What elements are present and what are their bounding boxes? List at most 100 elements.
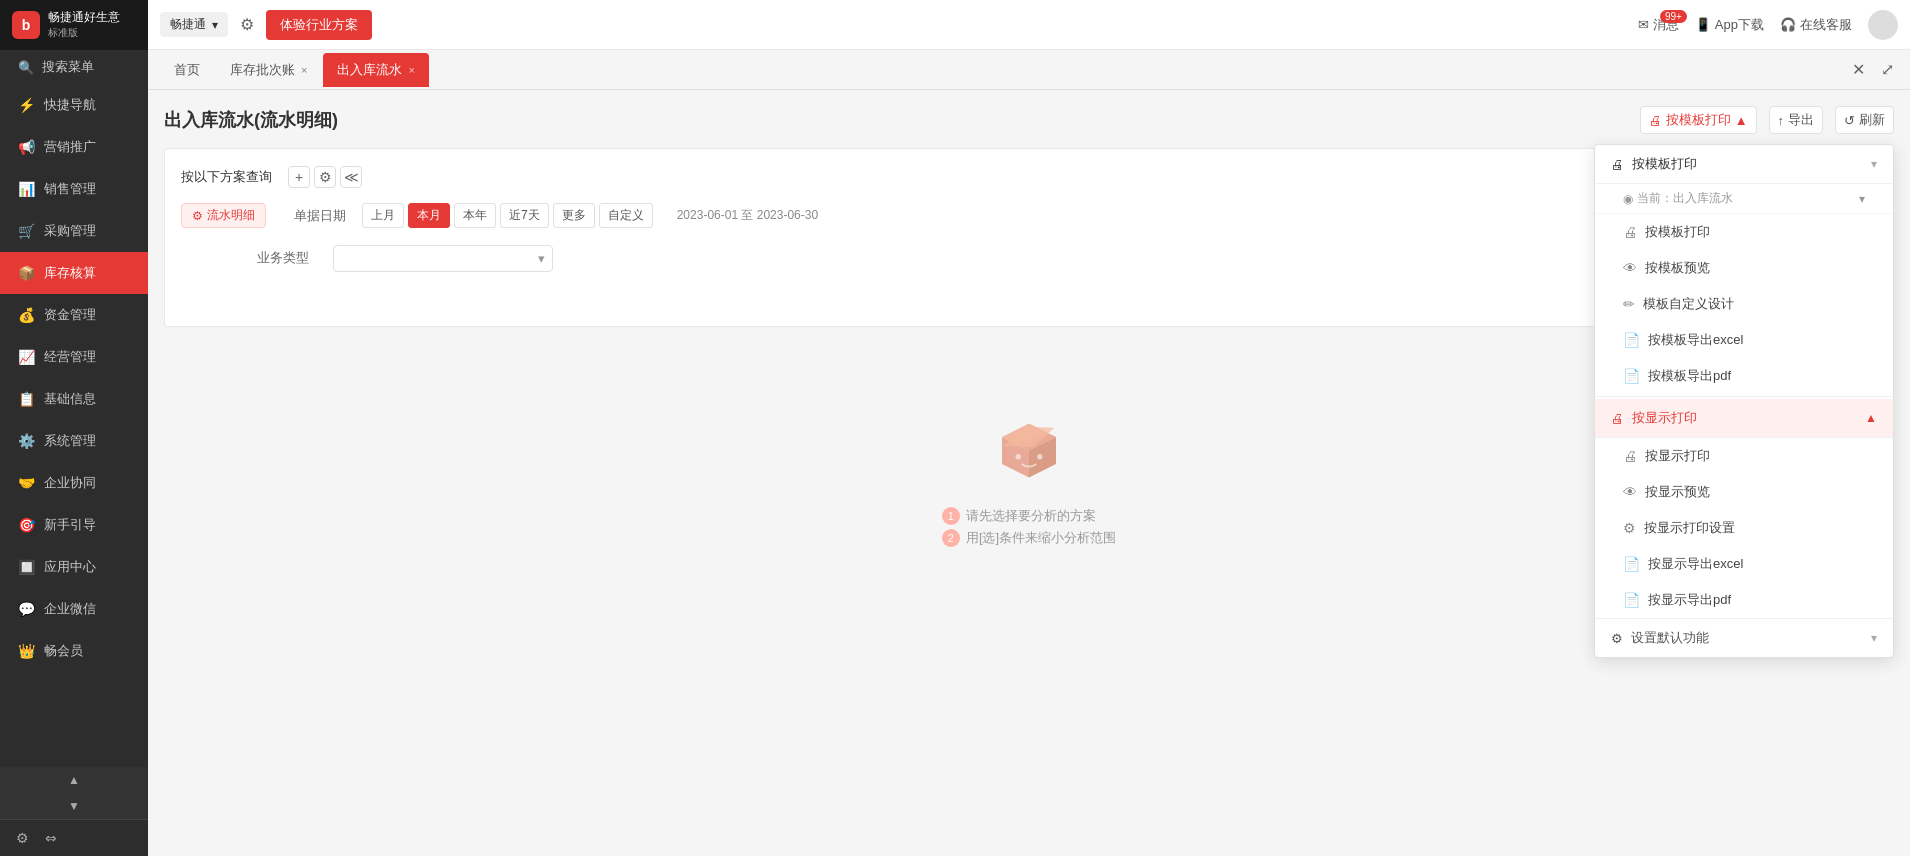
search-icon: 🔍 xyxy=(18,60,34,75)
filter-settings-btn[interactable]: ⚙ xyxy=(314,166,336,188)
export-btn[interactable]: ↑ 导出 xyxy=(1769,106,1824,134)
collab-icon: 🤝 xyxy=(16,475,36,491)
dropdown-display-print[interactable]: 🖨 按显示打印 xyxy=(1595,438,1893,474)
app-download-label: App下载 xyxy=(1715,16,1764,34)
dropdown-template-print[interactable]: 🖨 按模板打印 xyxy=(1595,214,1893,250)
wechat-icon: 💬 xyxy=(16,601,36,617)
content-area: 出入库流水(流水明细) 🖨 按模板打印 ▲ ↑ 导出 ↺ 刷新 xyxy=(148,90,1910,856)
tab-inventory-batch[interactable]: 库存批次账 × xyxy=(216,53,321,87)
sidebar-item-guide[interactable]: 🎯 新手引导 xyxy=(0,504,148,546)
sidebar-item-marketing[interactable]: 📢 营销推广 xyxy=(0,126,148,168)
template-header-icon: 🖨 xyxy=(1611,157,1624,172)
display-section-chevron: ▲ xyxy=(1865,411,1877,425)
topbar-right: ✉ 消息 99+ 📱 App下载 🎧 在线客服 xyxy=(1638,10,1898,40)
sidebar-nav: ⚡ 快捷导航 📢 营销推广 📊 销售管理 🛒 采购管理 📦 库存核算 💰 资金管… xyxy=(0,84,148,767)
sidebar-settings-btn[interactable]: ⚙ xyxy=(16,830,29,846)
dropdown-display-pdf[interactable]: 📄 按显示导出pdf xyxy=(1595,582,1893,618)
sidebar-item-membership[interactable]: 👑 畅会员 xyxy=(0,630,148,672)
dropdown-template-preview[interactable]: 👁 按模板预览 xyxy=(1595,250,1893,286)
template-print-item-label: 按模板打印 xyxy=(1645,223,1710,241)
tab-home[interactable]: 首页 xyxy=(160,53,214,87)
trial-btn[interactable]: 体验行业方案 xyxy=(266,10,372,40)
date-btn-this-month[interactable]: 本月 xyxy=(408,203,450,228)
filter-section-label: 按以下方案查询 xyxy=(181,168,272,186)
sidebar-label-finance: 资金管理 xyxy=(44,306,96,324)
tab-inventory-batch-close[interactable]: × xyxy=(301,64,307,76)
sidebar-item-wechat[interactable]: 💬 企业微信 xyxy=(0,588,148,630)
close-window-btn[interactable]: ✕ xyxy=(1848,58,1869,81)
current-note-chevron: ▾ xyxy=(1859,192,1865,206)
print-dropdown-panel: 🖨 按模板打印 ▾ ◉ 当前：出入库流水 ▾ 🖨 按模板打印 xyxy=(1594,144,1894,658)
sidebar-label-app-center: 应用中心 xyxy=(44,558,96,576)
empty-hint-1: 1 请先选择要分析的方案 xyxy=(942,507,1116,525)
topbar-gear-btn[interactable]: ⚙ xyxy=(236,11,258,38)
date-btn-custom[interactable]: 自定义 xyxy=(599,203,653,228)
sidebar-label-wechat: 企业微信 xyxy=(44,600,96,618)
sidebar-item-operations[interactable]: 📈 经营管理 xyxy=(0,336,148,378)
template-excel-icon: 📄 xyxy=(1623,332,1640,348)
sidebar-item-finance[interactable]: 💰 资金管理 xyxy=(0,294,148,336)
hint-text-2: 用[选]条件来缩小分析范围 xyxy=(966,529,1116,547)
dropdown-template-custom[interactable]: ✏ 模板自定义设计 xyxy=(1595,286,1893,322)
msg-badge: 99+ xyxy=(1660,10,1687,23)
page-header: 出入库流水(流水明细) 🖨 按模板打印 ▲ ↑ 导出 ↺ 刷新 xyxy=(164,106,1894,134)
dropdown-template-header[interactable]: 🖨 按模板打印 ▾ xyxy=(1595,145,1893,184)
operations-icon: 📈 xyxy=(16,349,36,365)
topbar-username: 畅捷通 xyxy=(170,16,206,33)
tab-bar: 首页 库存批次账 × 出入库流水 × ✕ ⤢ xyxy=(148,50,1910,90)
sidebar-label-basic: 基础信息 xyxy=(44,390,96,408)
template-print-btn[interactable]: 🖨 按模板打印 ▲ xyxy=(1640,106,1757,134)
dropdown-display-preview[interactable]: 👁 按显示预览 xyxy=(1595,474,1893,510)
display-excel-label: 按显示导出excel xyxy=(1648,555,1743,573)
tab-inventory-flow[interactable]: 出入库流水 × xyxy=(323,53,428,87)
scroll-down-button[interactable]: ▼ xyxy=(0,793,148,819)
window-controls: ✕ ⤢ xyxy=(1848,58,1898,81)
topbar-avatar[interactable] xyxy=(1868,10,1898,40)
biz-type-select[interactable] xyxy=(333,245,553,272)
template-print-chevron: ▲ xyxy=(1735,113,1748,128)
basic-icon: 📋 xyxy=(16,391,36,407)
dropdown-template-excel[interactable]: 📄 按模板导出excel xyxy=(1595,322,1893,358)
topbar-msg-btn[interactable]: ✉ 消息 99+ xyxy=(1638,16,1679,34)
sidebar-item-purchase[interactable]: 🛒 采购管理 xyxy=(0,210,148,252)
marketing-icon: 📢 xyxy=(16,139,36,155)
sidebar-item-collab[interactable]: 🤝 企业协同 xyxy=(0,462,148,504)
date-btn-more[interactable]: 更多 xyxy=(553,203,595,228)
template-custom-label: 模板自定义设计 xyxy=(1643,295,1734,313)
date-btn-7days[interactable]: 近7天 xyxy=(500,203,549,228)
sidebar-item-basic[interactable]: 📋 基础信息 xyxy=(0,378,148,420)
app-center-icon: 🔲 xyxy=(16,559,36,575)
filter-add-btn[interactable]: + xyxy=(288,166,310,188)
refresh-btn[interactable]: ↺ 刷新 xyxy=(1835,106,1894,134)
scroll-up-button[interactable]: ▲ xyxy=(0,767,148,793)
sidebar-item-quick-nav[interactable]: ⚡ 快捷导航 xyxy=(0,84,148,126)
filter-collapse-btn[interactable]: ≪ xyxy=(340,166,362,188)
sidebar-item-system[interactable]: ⚙️ 系统管理 xyxy=(0,420,148,462)
tab-inventory-flow-close[interactable]: × xyxy=(408,64,414,76)
sidebar-item-sales[interactable]: 📊 销售管理 xyxy=(0,168,148,210)
dropdown-display-header[interactable]: 🖨 按显示打印 ▲ xyxy=(1595,399,1893,438)
display-preview-label: 按显示预览 xyxy=(1645,483,1710,501)
sidebar-item-inventory[interactable]: 📦 库存核算 xyxy=(0,252,148,294)
filter-toolbar: + ⚙ ≪ xyxy=(288,166,362,188)
biz-type-label: 业务类型 xyxy=(257,249,317,267)
sidebar-item-app-center[interactable]: 🔲 应用中心 xyxy=(0,546,148,588)
dropdown-divider xyxy=(1595,396,1893,397)
date-btn-this-year[interactable]: 本年 xyxy=(454,203,496,228)
dropdown-template-pdf[interactable]: 📄 按模板导出pdf xyxy=(1595,358,1893,394)
export-icon: ↑ xyxy=(1778,113,1785,128)
search-menu[interactable]: 🔍 搜索菜单 xyxy=(0,50,148,84)
finance-icon: 💰 xyxy=(16,307,36,323)
print-icon: 🖨 xyxy=(1649,113,1662,128)
dropdown-display-settings[interactable]: ⚙ 按显示打印设置 xyxy=(1595,510,1893,546)
sidebar-collapse-btn[interactable]: ⇔ xyxy=(45,830,57,846)
topbar-service-btn[interactable]: 🎧 在线客服 xyxy=(1780,16,1852,34)
expand-window-btn[interactable]: ⤢ xyxy=(1877,58,1898,81)
topbar-app-download-btn[interactable]: 📱 App下载 xyxy=(1695,16,1764,34)
dropdown-set-default[interactable]: ⚙ 设置默认功能 ▾ xyxy=(1595,618,1893,657)
guide-icon: 🎯 xyxy=(16,517,36,533)
template-preview-icon: 👁 xyxy=(1623,260,1637,276)
dropdown-display-excel[interactable]: 📄 按显示导出excel xyxy=(1595,546,1893,582)
date-btn-last-month[interactable]: 上月 xyxy=(362,203,404,228)
search-menu-label: 搜索菜单 xyxy=(42,58,94,76)
